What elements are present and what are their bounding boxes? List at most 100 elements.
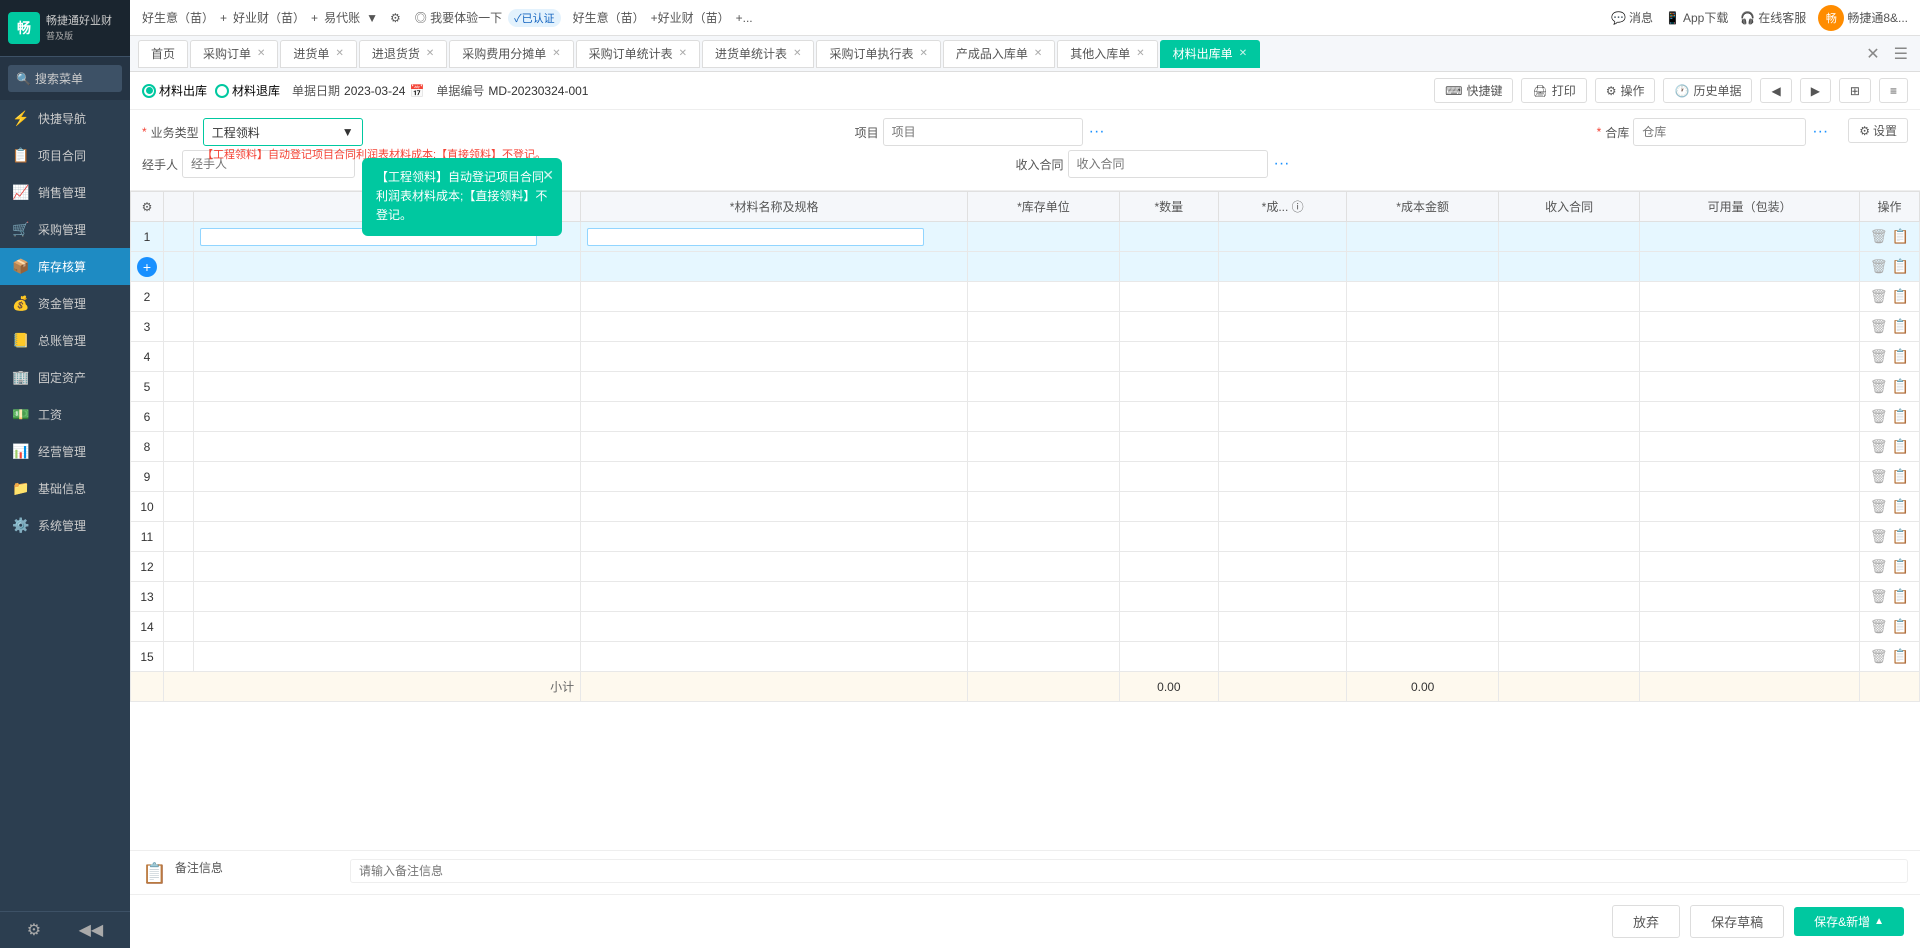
- row2-copy-button[interactable]: 📋: [1892, 288, 1909, 305]
- table-cell-project-9[interactable]: [194, 462, 581, 492]
- table-cell-unit[interactable]: [968, 222, 1120, 252]
- table-cell-cost-5[interactable]: [1219, 372, 1347, 402]
- row8-copy-button[interactable]: 📋: [1892, 438, 1909, 455]
- table-cell-quantity-13[interactable]: [1119, 582, 1218, 612]
- tab-other-in[interactable]: 其他入库单 ✕: [1057, 40, 1157, 68]
- table-cell-quantity-5[interactable]: [1119, 372, 1218, 402]
- row6-copy-button[interactable]: 📋: [1892, 408, 1909, 425]
- table-cell-available-9[interactable]: [1640, 462, 1860, 492]
- table-cell-material-4[interactable]: [581, 342, 968, 372]
- table-cell-income-contract-14[interactable]: [1498, 612, 1639, 642]
- row1-material-input[interactable]: [587, 228, 924, 246]
- tab-purchase-stats[interactable]: 采购订单统计表 ✕: [576, 40, 700, 68]
- note-input[interactable]: [350, 859, 1908, 883]
- sidebar-item-payroll[interactable]: 💵 工资: [0, 396, 130, 433]
- table-cell-quantity[interactable]: [1119, 222, 1218, 252]
- row15-copy-button[interactable]: 📋: [1892, 648, 1909, 665]
- table-cell-available-15[interactable]: [1640, 642, 1860, 672]
- row1-delete-button[interactable]: 🗑: [1870, 228, 1888, 245]
- table-cell-quantity-11[interactable]: [1119, 522, 1218, 552]
- tab-close-receipt[interactable]: ✕: [335, 48, 343, 59]
- table-cell-income-contract-4[interactable]: [1498, 342, 1639, 372]
- table-cell-income-contract-3[interactable]: [1498, 312, 1639, 342]
- tab-more-button[interactable]: ☰: [1890, 44, 1912, 64]
- row4-delete-button[interactable]: 🗑: [1870, 348, 1888, 365]
- row11-copy-button[interactable]: 📋: [1892, 528, 1909, 545]
- row12-copy-button[interactable]: 📋: [1892, 558, 1909, 575]
- online-support-button[interactable]: 🎧 在线客服: [1740, 9, 1806, 26]
- table-cell-cost-3[interactable]: [1219, 312, 1347, 342]
- income-contract-input[interactable]: [1068, 150, 1268, 178]
- sidebar-item-sales[interactable]: 📈 销售管理: [0, 174, 130, 211]
- table-cell-project-2[interactable]: [194, 282, 581, 312]
- table-cell-cost[interactable]: [1219, 222, 1347, 252]
- tab-finished-in[interactable]: 产成品入库单 ✕: [943, 40, 1055, 68]
- table-cell-cost-amount-12[interactable]: [1347, 552, 1499, 582]
- table-cell-material-11[interactable]: [581, 522, 968, 552]
- income-contract-expand-icon[interactable]: ···: [1274, 156, 1290, 172]
- table-cell-unit-2[interactable]: [968, 282, 1120, 312]
- row11-delete-button[interactable]: 🗑: [1870, 528, 1888, 545]
- tab-close-finished-in[interactable]: ✕: [1034, 48, 1042, 59]
- row12-delete-button[interactable]: 🗑: [1870, 558, 1888, 575]
- tab-close-purchase-expense[interactable]: ✕: [552, 48, 560, 59]
- row10-delete-button[interactable]: 🗑: [1870, 498, 1888, 515]
- tab-receipt-stats[interactable]: 进货单统计表 ✕: [702, 40, 814, 68]
- sidebar-item-finance[interactable]: 💰 资金管理: [0, 285, 130, 322]
- table-cell[interactable]: [1119, 252, 1218, 282]
- settings-button[interactable]: ⚙ 设置: [1848, 118, 1908, 143]
- sidebar-item-operations[interactable]: 📊 经营管理: [0, 433, 130, 470]
- tab-material-out[interactable]: 材料出库单 ✕: [1160, 40, 1260, 68]
- tab-close-purchase-stats[interactable]: ✕: [679, 48, 687, 59]
- table-cell-available[interactable]: [1640, 222, 1860, 252]
- table-cell-unit-6[interactable]: [968, 402, 1120, 432]
- table-cell-available-6[interactable]: [1640, 402, 1860, 432]
- table-cell[interactable]: [1219, 252, 1347, 282]
- table-cell-available-8[interactable]: [1640, 432, 1860, 462]
- tab-close-purchase-order[interactable]: ✕: [257, 48, 265, 59]
- table-cell-material-9[interactable]: [581, 462, 968, 492]
- prev-record-button[interactable]: ◀: [1760, 78, 1791, 103]
- col-gear-header[interactable]: ⚙: [131, 192, 164, 222]
- collapse-button[interactable]: ◀◀: [79, 920, 104, 940]
- table-cell-material-14[interactable]: [581, 612, 968, 642]
- table-cell-income-contract-10[interactable]: [1498, 492, 1639, 522]
- warehouse-input[interactable]: [1633, 118, 1806, 146]
- table-cell-material-10[interactable]: [581, 492, 968, 522]
- table-cell-available-11[interactable]: [1640, 522, 1860, 552]
- message-button[interactable]: 💬 消息: [1611, 9, 1653, 26]
- tab-close-other-in[interactable]: ✕: [1136, 48, 1144, 59]
- table-cell-material-5[interactable]: [581, 372, 968, 402]
- table-cell-unit-3[interactable]: [968, 312, 1120, 342]
- mode-return-radio[interactable]: 材料退库: [215, 82, 280, 99]
- row2-delete-button[interactable]: 🗑: [1870, 288, 1888, 305]
- tab-close-receipt-stats[interactable]: ✕: [793, 48, 801, 59]
- sidebar-item-nav[interactable]: ⚡ 快捷导航: [0, 100, 130, 137]
- tab-close-material-out[interactable]: ✕: [1239, 48, 1247, 59]
- table-cell-available-14[interactable]: [1640, 612, 1860, 642]
- sidebar-item-inventory[interactable]: 📦 库存核算: [0, 248, 130, 285]
- table-cell-cost-12[interactable]: [1219, 552, 1347, 582]
- table-cell-cost-amount-6[interactable]: [1347, 402, 1499, 432]
- tab-close-all-button[interactable]: ✕: [1862, 44, 1883, 64]
- grid-view-button[interactable]: ⊞: [1839, 78, 1871, 103]
- operation-button[interactable]: ⚙ 操作: [1595, 78, 1656, 103]
- table-cell[interactable]: [581, 252, 968, 282]
- table-cell-cost-amount-8[interactable]: [1347, 432, 1499, 462]
- table-cell-unit-14[interactable]: [968, 612, 1120, 642]
- table-cell-unit-5[interactable]: [968, 372, 1120, 402]
- save-new-button[interactable]: 保存&新增 ▲: [1794, 907, 1904, 936]
- sidebar-item-basic-info[interactable]: 📁 基础信息: [0, 470, 130, 507]
- row5-copy-button[interactable]: 📋: [1892, 378, 1909, 395]
- table-cell[interactable]: [194, 252, 581, 282]
- table-cell-income-contract-13[interactable]: [1498, 582, 1639, 612]
- table-cell-unit-12[interactable]: [968, 552, 1120, 582]
- table-cell-cost-amount[interactable]: [1347, 222, 1499, 252]
- table-cell-available-12[interactable]: [1640, 552, 1860, 582]
- list-view-button[interactable]: ≡: [1879, 78, 1908, 103]
- row5-delete-button[interactable]: 🗑: [1870, 378, 1888, 395]
- row-add-delete-button[interactable]: 🗑: [1870, 258, 1888, 275]
- table-cell-project-10[interactable]: [194, 492, 581, 522]
- table-cell-unit-9[interactable]: [968, 462, 1120, 492]
- table-cell-income-contract-5[interactable]: [1498, 372, 1639, 402]
